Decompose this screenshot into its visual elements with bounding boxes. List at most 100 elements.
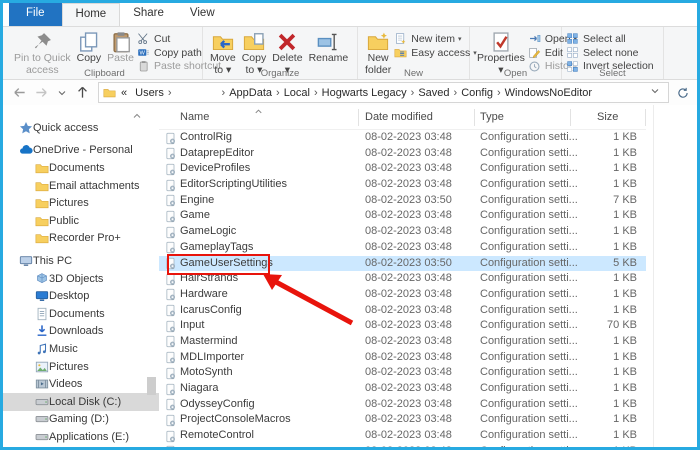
breadcrumb-segment[interactable]: « bbox=[117, 87, 131, 99]
file-row-niagara[interactable]: Niagara 08-02-2023 03:48 Configuration set… bbox=[159, 381, 646, 397]
select-all-button[interactable]: Select all bbox=[566, 32, 654, 46]
forward-button[interactable] bbox=[34, 85, 49, 100]
file-row-deviceprofiles[interactable]: DeviceProfiles 08-02-2023 03:48 Configurat… bbox=[159, 161, 646, 177]
breadcrumb-segment[interactable]: Hogwarts Legacy bbox=[318, 87, 411, 99]
button-label: Pin to Quick bbox=[14, 52, 71, 64]
breadcrumb-segment[interactable]: Local bbox=[280, 87, 314, 99]
chevron-up-icon bbox=[253, 106, 264, 117]
tab-view[interactable]: View bbox=[177, 3, 228, 26]
sidebar-item-documents[interactable]: Documents bbox=[3, 305, 159, 323]
tab-share[interactable]: Share bbox=[120, 3, 177, 26]
file-row-icarusconfig[interactable]: IcarusConfig 08-02-2023 03:48 Configuratio… bbox=[159, 303, 646, 319]
new-folder-icon bbox=[367, 31, 389, 53]
file-size: 1 KB bbox=[613, 366, 637, 379]
tab-file[interactable]: File bbox=[9, 3, 62, 26]
explorer-window: File Home Share View Pin to Quick access Copy… bbox=[0, 0, 700, 450]
ribbon-group-label: Clipboard bbox=[84, 68, 125, 79]
sidebar-scroll-up-icon[interactable] bbox=[131, 109, 143, 127]
sidebar-scrollbar-thumb[interactable] bbox=[147, 377, 156, 395]
paste-clipboard-icon bbox=[110, 31, 132, 53]
sidebar-item-applications-e[interactable]: Applications (E:) bbox=[3, 428, 159, 446]
file-row[interactable]: 08-02-2023 03:48 Configuration setti... 1 … bbox=[159, 444, 646, 447]
address-bar: «Users › › AppData › Local › Hogwarts Legacy › Sa… bbox=[3, 80, 697, 105]
copy-button[interactable]: Copy bbox=[74, 29, 105, 66]
file-icon bbox=[165, 351, 177, 364]
file-row-engine[interactable]: Engine 08-02-2023 03:50 Configuration sett… bbox=[159, 193, 646, 209]
breadcrumb-segment[interactable]: Saved bbox=[414, 87, 453, 99]
sidebar-item-local-disk-c[interactable]: Local Disk (C:) bbox=[3, 392, 159, 411]
file-row-dataprepeditor[interactable]: DataprepEditor 08-02-2023 03:48 Configurat… bbox=[159, 146, 646, 162]
column-separator[interactable] bbox=[570, 109, 571, 126]
select-none-button[interactable]: Select none bbox=[566, 46, 654, 60]
this-pc-icon bbox=[19, 254, 33, 268]
rename-button[interactable]: Rename bbox=[306, 29, 352, 66]
file-row-controlrig[interactable]: ControlRig 08-02-2023 03:48 Configuration … bbox=[159, 130, 646, 146]
sidebar-item-email-attachments[interactable]: Email attachments bbox=[3, 177, 159, 195]
file-row-motosynth[interactable]: MotoSynth 08-02-2023 03:48 Configuration s… bbox=[159, 365, 646, 381]
file-row-hardware[interactable]: Hardware 08-02-2023 03:48 Configuration se… bbox=[159, 287, 646, 303]
file-date-modified: 08-02-2023 03:48 bbox=[365, 131, 452, 143]
file-row-projectconsolemacros[interactable]: ProjectConsoleMacros 08-02-2023 03:48 Conf… bbox=[159, 412, 646, 428]
sidebar-item-desktop[interactable]: Desktop bbox=[3, 287, 159, 305]
sidebar-item-downloads[interactable]: Downloads bbox=[3, 323, 159, 341]
column-header-name[interactable]: Name bbox=[180, 111, 209, 123]
folder-icon bbox=[35, 214, 49, 228]
column-header-type[interactable]: Type bbox=[480, 111, 504, 123]
chevron-down-icon bbox=[649, 85, 661, 97]
file-name: Input bbox=[180, 319, 205, 332]
file-row-odysseyconfig[interactable]: OdysseyConfig 08-02-2023 03:48 Configurati… bbox=[159, 397, 646, 413]
sidebar-item-public[interactable]: Public bbox=[3, 212, 159, 230]
file-size: 5 KB bbox=[613, 256, 637, 269]
file-row-editorscriptingutilities[interactable]: EditorScriptingUtilities 08-02-2023 03:48… bbox=[159, 177, 646, 193]
file-row-mastermind[interactable]: Mastermind 08-02-2023 03:48 Configuration … bbox=[159, 334, 646, 350]
sidebar-item-3d-objects[interactable]: 3D Objects bbox=[3, 270, 159, 288]
easy-access-button[interactable]: Easy access ▾ bbox=[394, 46, 477, 60]
refresh-button[interactable] bbox=[669, 83, 697, 102]
file-name: RemoteControl bbox=[180, 429, 254, 442]
back-arrow-icon bbox=[12, 85, 27, 100]
file-row-gamelogic[interactable]: GameLogic 08-02-2023 03:48 Configuration s… bbox=[159, 224, 646, 240]
column-separator[interactable] bbox=[474, 109, 475, 126]
recent-locations-button[interactable] bbox=[56, 87, 68, 99]
file-row-input[interactable]: Input 08-02-2023 03:48 Configuration setti… bbox=[159, 318, 646, 334]
config-file-icon bbox=[165, 132, 177, 145]
button-label: Copy bbox=[76, 52, 102, 64]
file-row-remotecontrol[interactable]: RemoteControl 08-02-2023 03:48 Configurati… bbox=[159, 428, 646, 444]
column-header-date-modified[interactable]: Date modified bbox=[365, 111, 433, 123]
column-separator[interactable] bbox=[358, 109, 359, 126]
sidebar-item-gaming-d[interactable]: Gaming (D:) bbox=[3, 411, 159, 429]
sidebar-item-this-pc[interactable]: This PC bbox=[3, 252, 159, 270]
column-separator[interactable] bbox=[645, 109, 646, 126]
sidebar-item-pictures[interactable]: Pictures bbox=[3, 194, 159, 212]
address-breadcrumb-field[interactable]: «Users › › AppData › Local › Hogwarts Legacy › Sa… bbox=[98, 82, 669, 103]
breadcrumb-segment[interactable]: Users bbox=[131, 87, 168, 99]
file-type: Configuration setti... bbox=[480, 209, 578, 222]
sidebar-item-onedrive-personal[interactable]: OneDrive - Personal bbox=[3, 142, 159, 160]
sidebar-item-documents[interactable]: Documents bbox=[3, 159, 159, 177]
tab-home[interactable]: Home bbox=[61, 3, 121, 26]
column-header-size[interactable]: Size bbox=[597, 111, 618, 123]
small-button-column: Select all Select none Invert selection bbox=[566, 29, 654, 73]
sidebar-item-label: Documents bbox=[49, 161, 105, 174]
breadcrumb-segment[interactable]: AppData bbox=[225, 87, 276, 99]
sidebar-item-recorder-pro[interactable]: Recorder Pro+ bbox=[3, 230, 159, 248]
config-file-icon bbox=[165, 226, 177, 239]
file-row-mdlimporter[interactable]: MDLImporter 08-02-2023 03:48 Configuration… bbox=[159, 350, 646, 366]
up-button[interactable] bbox=[75, 85, 90, 100]
file-type: Configuration setti... bbox=[480, 303, 578, 316]
file-name: ControlRig bbox=[180, 131, 232, 143]
sidebar-item-music[interactable]: Music bbox=[3, 340, 159, 358]
new-item-button[interactable]: New item ▾ bbox=[394, 32, 476, 46]
back-button[interactable] bbox=[12, 85, 27, 100]
file-icon bbox=[165, 226, 177, 239]
paste-button[interactable]: Paste bbox=[104, 29, 137, 66]
file-type: Configuration setti... bbox=[480, 319, 578, 332]
sidebar-item-videos[interactable]: Videos bbox=[3, 375, 159, 393]
cloud-icon bbox=[19, 143, 33, 157]
sidebar-item-pictures[interactable]: Pictures bbox=[3, 358, 159, 376]
file-row-game[interactable]: Game 08-02-2023 03:48 Configuration setti.… bbox=[159, 208, 646, 224]
breadcrumb-segment[interactable]: Config bbox=[457, 87, 497, 99]
breadcrumb-segment[interactable]: WindowsNoEditor bbox=[501, 87, 596, 99]
address-dropdown-button[interactable] bbox=[645, 85, 665, 100]
scissors-icon bbox=[137, 32, 150, 45]
